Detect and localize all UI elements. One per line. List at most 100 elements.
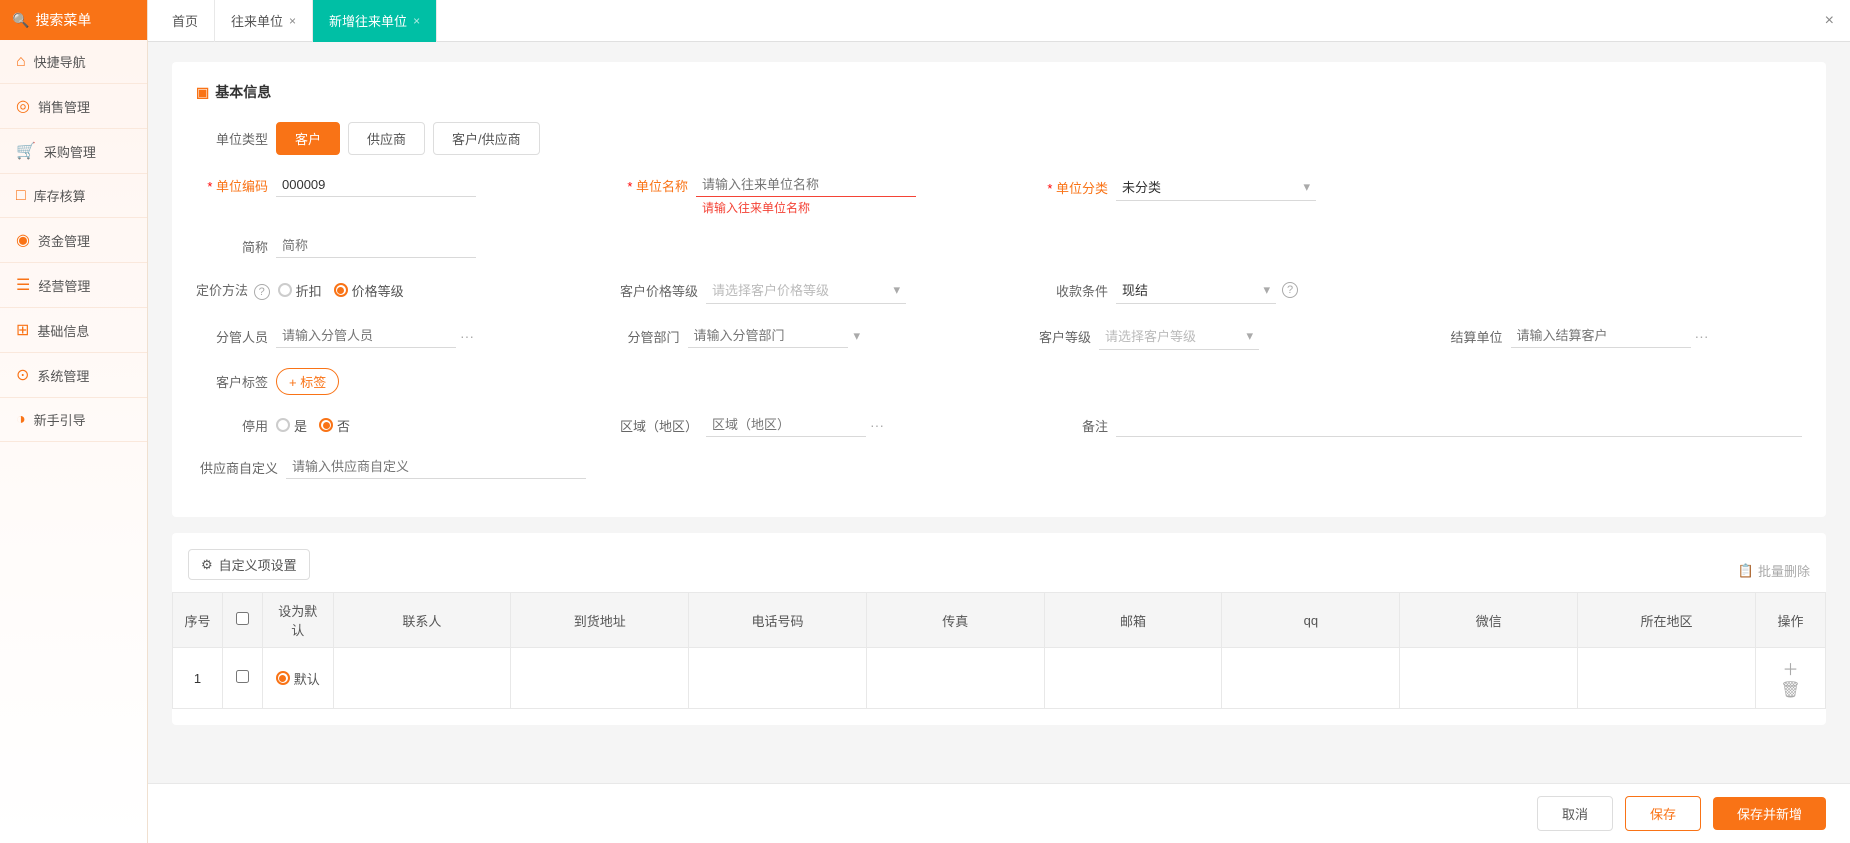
payment-terms-field: 收款条件 现结 ▾ ? <box>1036 276 1416 304</box>
department-label: 分管部门 <box>608 327 688 346</box>
unit-type-label: 单位类型 <box>196 129 276 148</box>
settlement-input[interactable] <box>1511 324 1691 348</box>
supplier-custom-input[interactable] <box>286 455 586 479</box>
payment-terms-help-icon[interactable]: ? <box>1282 282 1298 298</box>
payment-terms-select[interactable]: 现结 ▾ <box>1116 276 1276 304</box>
section-title: ▣ 基本信息 <box>196 82 1802 102</box>
col-qq: qq <box>1222 593 1400 648</box>
default-radio-group: 默认 <box>273 669 323 688</box>
finance-icon: ◉ <box>16 230 30 250</box>
guide-icon: ◑ <box>16 411 26 429</box>
cell-default: 默认 <box>263 648 334 709</box>
region-input[interactable] <box>706 413 866 437</box>
supplier-custom-field: 供应商自定义 <box>196 455 696 479</box>
sidebar-item-operations[interactable]: ☰ 经营管理 <box>0 263 147 308</box>
region-dots[interactable]: ··· <box>866 417 888 433</box>
default-radio[interactable]: 默认 <box>276 669 320 688</box>
unit-category-arrow: ▾ <box>1303 179 1310 195</box>
stop-yes-radio[interactable]: 是 <box>276 416 307 435</box>
unit-code-input[interactable] <box>276 173 476 197</box>
unit-type-field: 单位类型 客户 供应商 客户/供应商 <box>196 122 1802 155</box>
sidebar-item-system[interactable]: ⊙ 系统管理 <box>0 353 147 398</box>
pricing-discount-radio[interactable]: 折扣 <box>278 281 322 300</box>
tab-home[interactable]: 首页 <box>156 0 215 42</box>
col-email: 邮箱 <box>1044 593 1222 648</box>
sidebar-item-basic[interactable]: ⊞ 基础信息 <box>0 308 147 353</box>
row-delete-button[interactable]: 🗑 <box>1780 682 1800 699</box>
cancel-button[interactable]: 取消 <box>1537 796 1613 831</box>
manager-input[interactable] <box>276 324 456 348</box>
cell-phone[interactable] <box>689 648 867 709</box>
stop-no-circle <box>319 418 333 432</box>
unit-code-label: * 单位编码 <box>196 176 276 195</box>
unit-type-supplier[interactable]: 供应商 <box>348 122 425 155</box>
cell-fax[interactable] <box>866 648 1044 709</box>
department-input[interactable] <box>688 324 848 348</box>
tab-bar-close-all[interactable]: × <box>1817 12 1842 30</box>
customer-price-select[interactable]: 请选择客户价格等级 ▾ <box>706 276 906 304</box>
stop-no-radio[interactable]: 否 <box>319 416 350 435</box>
cell-qq[interactable] <box>1222 648 1400 709</box>
tab-new-contact-close[interactable]: × <box>413 14 420 28</box>
stop-label: 停用 <box>196 416 276 435</box>
save-button[interactable]: 保存 <box>1625 796 1701 831</box>
cell-email[interactable] <box>1044 648 1222 709</box>
unit-name-field: * 单位名称 请输入往来单位名称 <box>616 173 996 216</box>
batch-delete-button[interactable]: 📋 批量删除 <box>1738 561 1810 580</box>
tags-field: 客户标签 + 标签 <box>196 368 576 395</box>
pricing-help-icon[interactable]: ? <box>254 284 270 300</box>
wechat-input[interactable] <box>1410 671 1567 686</box>
unit-name-input[interactable] <box>696 173 916 197</box>
save-new-button[interactable]: 保存并新增 <box>1713 797 1826 830</box>
unit-type-both[interactable]: 客户/供应商 <box>433 122 540 155</box>
manager-label: 分管人员 <box>196 327 276 346</box>
tags-row: 客户标签 + 标签 <box>196 368 1802 395</box>
basic-icon: ⊞ <box>16 320 29 340</box>
sidebar-item-guide[interactable]: ◑ 新手引导 <box>0 398 147 442</box>
phone-input[interactable] <box>699 671 856 686</box>
row-add-button[interactable]: ＋ <box>1782 662 1798 679</box>
pricing-price-level-radio[interactable]: 价格等级 <box>334 281 404 300</box>
supplier-custom-row: 供应商自定义 <box>196 455 1802 479</box>
footer-bar: 取消 保存 保存并新增 <box>148 783 1850 843</box>
short-name-row: 简称 <box>196 234 1802 258</box>
system-icon: ⊙ <box>16 365 29 385</box>
short-name-input[interactable] <box>276 234 476 258</box>
select-all-checkbox[interactable] <box>236 612 249 625</box>
sidebar-item-purchase[interactable]: 🛒 采购管理 <box>0 129 147 174</box>
fax-input[interactable] <box>877 671 1034 686</box>
cell-region[interactable] <box>1578 648 1756 709</box>
unit-category-select[interactable]: 未分类 ▾ <box>1116 173 1316 201</box>
col-check <box>223 593 263 648</box>
customer-level-select[interactable]: 请选择客户等级 ▾ <box>1099 322 1259 350</box>
tab-new-contact[interactable]: 新增往来单位 × <box>313 0 437 42</box>
sidebar-item-stock[interactable]: □ 库存核算 <box>0 174 147 218</box>
contact-input[interactable] <box>344 671 501 686</box>
pricing-discount-circle <box>278 283 292 297</box>
tab-contacts-close[interactable]: × <box>289 14 296 28</box>
email-input[interactable] <box>1055 671 1212 686</box>
sidebar-search[interactable]: 🔍 搜索菜单 <box>0 0 147 40</box>
cell-check <box>223 648 263 709</box>
cell-contact[interactable] <box>333 648 511 709</box>
add-tag-button[interactable]: + 标签 <box>276 368 339 395</box>
payment-terms-arrow: ▾ <box>1263 282 1270 298</box>
cell-address[interactable] <box>511 648 689 709</box>
unit-type-customer[interactable]: 客户 <box>276 122 340 155</box>
tab-contacts[interactable]: 往来单位 × <box>215 0 313 42</box>
sidebar-item-finance[interactable]: ◉ 资金管理 <box>0 218 147 263</box>
custom-settings-button[interactable]: ⚙ 自定义项设置 <box>188 549 310 580</box>
settlement-dots[interactable]: ··· <box>1691 328 1713 344</box>
unit-type-row: 单位类型 客户 供应商 客户/供应商 <box>196 122 1802 155</box>
sidebar-item-quick-nav[interactable]: ⌂ 快捷导航 <box>0 40 147 84</box>
row-checkbox[interactable] <box>236 670 249 683</box>
contact-table: 序号 设为默认 联系人 到货地址 电话号码 传真 邮箱 qq 微信 所在地区 <box>172 592 1826 709</box>
qq-input[interactable] <box>1232 671 1389 686</box>
pricing-radio-group: 折扣 价格等级 <box>278 281 404 300</box>
region-table-input[interactable] <box>1588 671 1745 686</box>
manager-dots[interactable]: ··· <box>456 328 478 344</box>
notes-input[interactable] <box>1116 413 1802 437</box>
sidebar-item-sales[interactable]: ◎ 销售管理 <box>0 84 147 129</box>
cell-wechat[interactable] <box>1400 648 1578 709</box>
address-input[interactable] <box>521 671 678 686</box>
